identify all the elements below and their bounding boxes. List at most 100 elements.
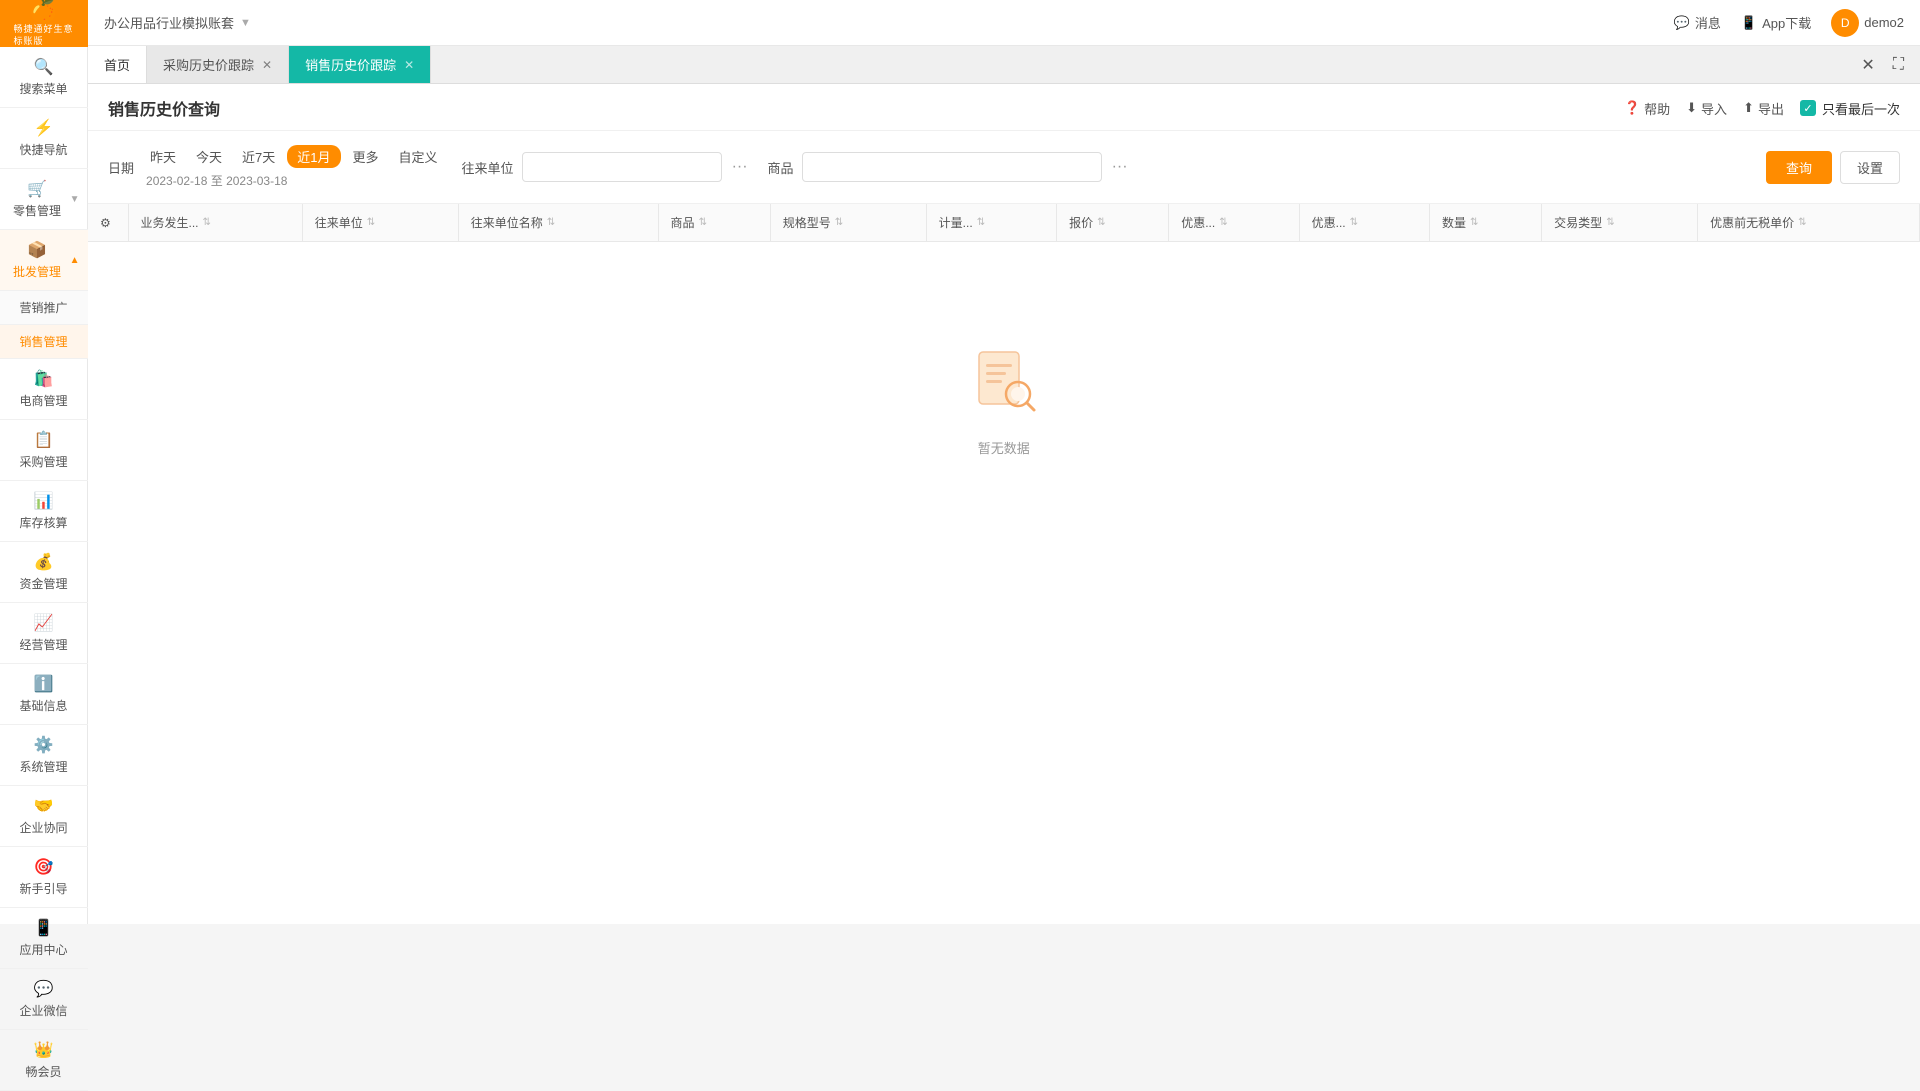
avatar: D — [1831, 9, 1859, 37]
sidebar-item-finance-mgmt[interactable]: 💰 资金管理 — [0, 542, 88, 603]
tab-maximize-btn[interactable]: ⛶ — [1889, 52, 1908, 78]
sidebar-item-label: 库存核算 — [19, 514, 67, 531]
sidebar-item-sales-mgmt[interactable]: 销售管理 — [0, 325, 88, 359]
app-center-icon: 📱 — [34, 918, 54, 938]
wholesale-mgmt-icon: 📦 — [27, 240, 47, 260]
sort-icon: ⇅ — [977, 217, 985, 228]
date-label: 日期 — [108, 158, 134, 177]
table-col-price[interactable]: 报价 ⇅ — [1057, 204, 1169, 242]
custom-btn[interactable]: 自定义 — [391, 145, 446, 168]
user-menu[interactable]: D demo2 — [1831, 9, 1904, 37]
sidebar-item-new-guide[interactable]: 🎯 新手引导 — [0, 847, 88, 908]
table-col-trade-type[interactable]: 交易类型 ⇅ — [1542, 204, 1698, 242]
sort-icon: ⇅ — [1219, 217, 1227, 228]
sidebar-item-ecom-mgmt[interactable]: 🛍️ 电商管理 — [0, 359, 88, 420]
table-col-spec[interactable]: 规格型号 ⇅ — [770, 204, 926, 242]
goods-dots-btn[interactable]: ··· — [1108, 158, 1132, 176]
sidebar-item-sys-mgmt[interactable]: ⚙️ 系统管理 — [0, 725, 88, 786]
tab-close-all-btn[interactable]: ✕ — [1857, 51, 1878, 79]
table-col-partner-code[interactable]: 往来单位 ⇅ — [302, 204, 458, 242]
more-btn[interactable]: 更多 — [345, 145, 387, 168]
table-col-discount1[interactable]: 优惠... ⇅ — [1169, 204, 1299, 242]
partner-input[interactable] — [522, 152, 722, 182]
sidebar: 🍊 畅捷通好生意标账版 🔍 搜索菜单 ⚡ 快捷导航 🛒 零售管理 ▼ 📦 批发管… — [0, 0, 88, 924]
checkbox-checked-icon: ✓ — [1800, 100, 1816, 116]
today-btn[interactable]: 今天 — [188, 145, 230, 168]
tab-sales-history[interactable]: 销售历史价跟踪 ✕ — [289, 46, 431, 83]
tab-home[interactable]: 首页 — [88, 46, 147, 83]
page-actions: ❓ 帮助 ⬇ 导入 ⬆ 导出 ✓ 只看最后一次 — [1624, 99, 1900, 118]
col-discount2-label: 优惠... — [1312, 214, 1346, 231]
col-goods-label: 商品 — [671, 214, 695, 231]
basic-info-icon: ℹ️ — [34, 674, 54, 694]
sidebar-item-quick-nav[interactable]: ⚡ 快捷导航 — [0, 108, 88, 169]
col-qty-label: 数量 — [1442, 214, 1466, 231]
sidebar-item-label: 批发管理 — [13, 263, 61, 280]
col-price-label: 报价 — [1069, 214, 1093, 231]
tab-purchase-history[interactable]: 采购历史价跟踪 ✕ — [147, 46, 289, 83]
message-label: 消息 — [1695, 13, 1721, 32]
col-trade-type-label: 交易类型 — [1554, 214, 1602, 231]
page-header: 销售历史价查询 ❓ 帮助 ⬇ 导入 ⬆ 导出 ✓ — [88, 84, 1920, 131]
sidebar-item-enterprise-coop[interactable]: 🤝 企业协同 — [0, 786, 88, 847]
tab-sales-history-close[interactable]: ✕ — [404, 58, 414, 72]
sidebar-item-label: 企业协同 — [19, 819, 67, 836]
table-col-pre-tax-price[interactable]: 优惠前无税单价 ⇅ — [1698, 204, 1920, 242]
retail-arrow-icon: ▼ — [70, 194, 80, 205]
sidebar-item-wholesale-mgmt[interactable]: 📦 批发管理 ▲ — [0, 230, 88, 291]
page-content: 销售历史价查询 ❓ 帮助 ⬇ 导入 ⬆ 导出 ✓ — [88, 84, 1920, 924]
topbar: 办公用品行业模拟账套 ▼ 💬 消息 📱 App下载 D demo2 — [88, 0, 1920, 46]
sidebar-item-enterprise-wechat[interactable]: 💬 企业微信 — [0, 969, 88, 1030]
table-col-goods[interactable]: 商品 ⇅ — [658, 204, 770, 242]
last1month-btn[interactable]: 近1月 — [287, 145, 340, 168]
message-btn[interactable]: 💬 消息 — [1674, 13, 1721, 32]
table-col-partner-name[interactable]: 往来单位名称 ⇅ — [458, 204, 658, 242]
sidebar-item-app-center[interactable]: 📱 应用中心 — [0, 908, 88, 969]
table-col-biz-date[interactable]: 业务发生... ⇅ — [128, 204, 302, 242]
sidebar-item-ops-mgmt[interactable]: 📈 经营管理 — [0, 603, 88, 664]
table-col-qty[interactable]: 数量 ⇅ — [1430, 204, 1542, 242]
sidebar-item-label: 采购管理 — [19, 453, 67, 470]
table-col-discount2[interactable]: 优惠... ⇅ — [1299, 204, 1429, 242]
sidebar-item-marketing[interactable]: 营销推广 — [0, 291, 88, 325]
sidebar-item-inventory[interactable]: 📊 库存核算 — [0, 481, 88, 542]
sort-icon: ⇅ — [699, 217, 707, 228]
settings-btn[interactable]: 设置 — [1840, 151, 1900, 184]
import-btn[interactable]: ⬇ 导入 — [1686, 99, 1727, 118]
partner-dots-btn[interactable]: ··· — [728, 158, 752, 176]
tab-actions: ✕ ⛶ — [1845, 46, 1920, 83]
app-download-label: App下载 — [1762, 13, 1811, 32]
sidebar-item-purchase-mgmt[interactable]: 📋 采购管理 — [0, 420, 88, 481]
app-download-btn[interactable]: 📱 App下载 — [1741, 13, 1811, 32]
tab-purchase-history-close[interactable]: ✕ — [262, 58, 272, 72]
goods-input[interactable] — [802, 152, 1102, 182]
sidebar-item-search-menu[interactable]: 🔍 搜索菜单 — [0, 47, 88, 108]
search-menu-icon: 🔍 — [34, 57, 54, 77]
sort-icon: ⇅ — [1798, 217, 1806, 228]
import-label: 导入 — [1701, 99, 1727, 118]
partner-label: 往来单位 — [462, 158, 514, 177]
last7days-btn[interactable]: 近7天 — [234, 145, 283, 168]
search-btn[interactable]: 查询 — [1766, 151, 1832, 184]
sidebar-item-retail-mgmt[interactable]: 🛒 零售管理 ▼ — [0, 169, 88, 230]
logo[interactable]: 🍊 畅捷通好生意标账版 — [0, 0, 88, 47]
only-last-checkbox[interactable]: ✓ 只看最后一次 — [1800, 99, 1900, 118]
table-col-settings[interactable]: ⚙ — [88, 204, 128, 242]
account-dropdown[interactable]: 办公用品行业模拟账套 ▼ — [104, 13, 251, 32]
empty-state-icon — [964, 342, 1044, 422]
vip-member-icon: 👑 — [34, 1040, 54, 1060]
col-biz-date-label: 业务发生... — [141, 214, 199, 231]
tab-sales-history-label: 销售历史价跟踪 — [305, 55, 396, 74]
tab-purchase-history-label: 采购历史价跟踪 — [163, 55, 254, 74]
table-container: ⚙ 业务发生... ⇅ 往来单位 — [88, 204, 1920, 557]
sidebar-item-basic-info[interactable]: ℹ️ 基础信息 — [0, 664, 88, 725]
sidebar-item-vip-member[interactable]: 👑 畅会员 — [0, 1030, 88, 1091]
filter-bar: 日期 昨天 今天 近7天 近1月 更多 自定义 2023-02-18 至 202… — [88, 131, 1920, 204]
empty-text: 暂无数据 — [978, 438, 1030, 457]
export-btn[interactable]: ⬆ 导出 — [1743, 99, 1784, 118]
yesterday-btn[interactable]: 昨天 — [142, 145, 184, 168]
table-col-unit[interactable]: 计量... ⇅ — [926, 204, 1056, 242]
goods-input-container: ··· — [802, 152, 1132, 182]
help-btn[interactable]: ❓ 帮助 — [1624, 99, 1670, 118]
new-guide-icon: 🎯 — [34, 857, 54, 877]
